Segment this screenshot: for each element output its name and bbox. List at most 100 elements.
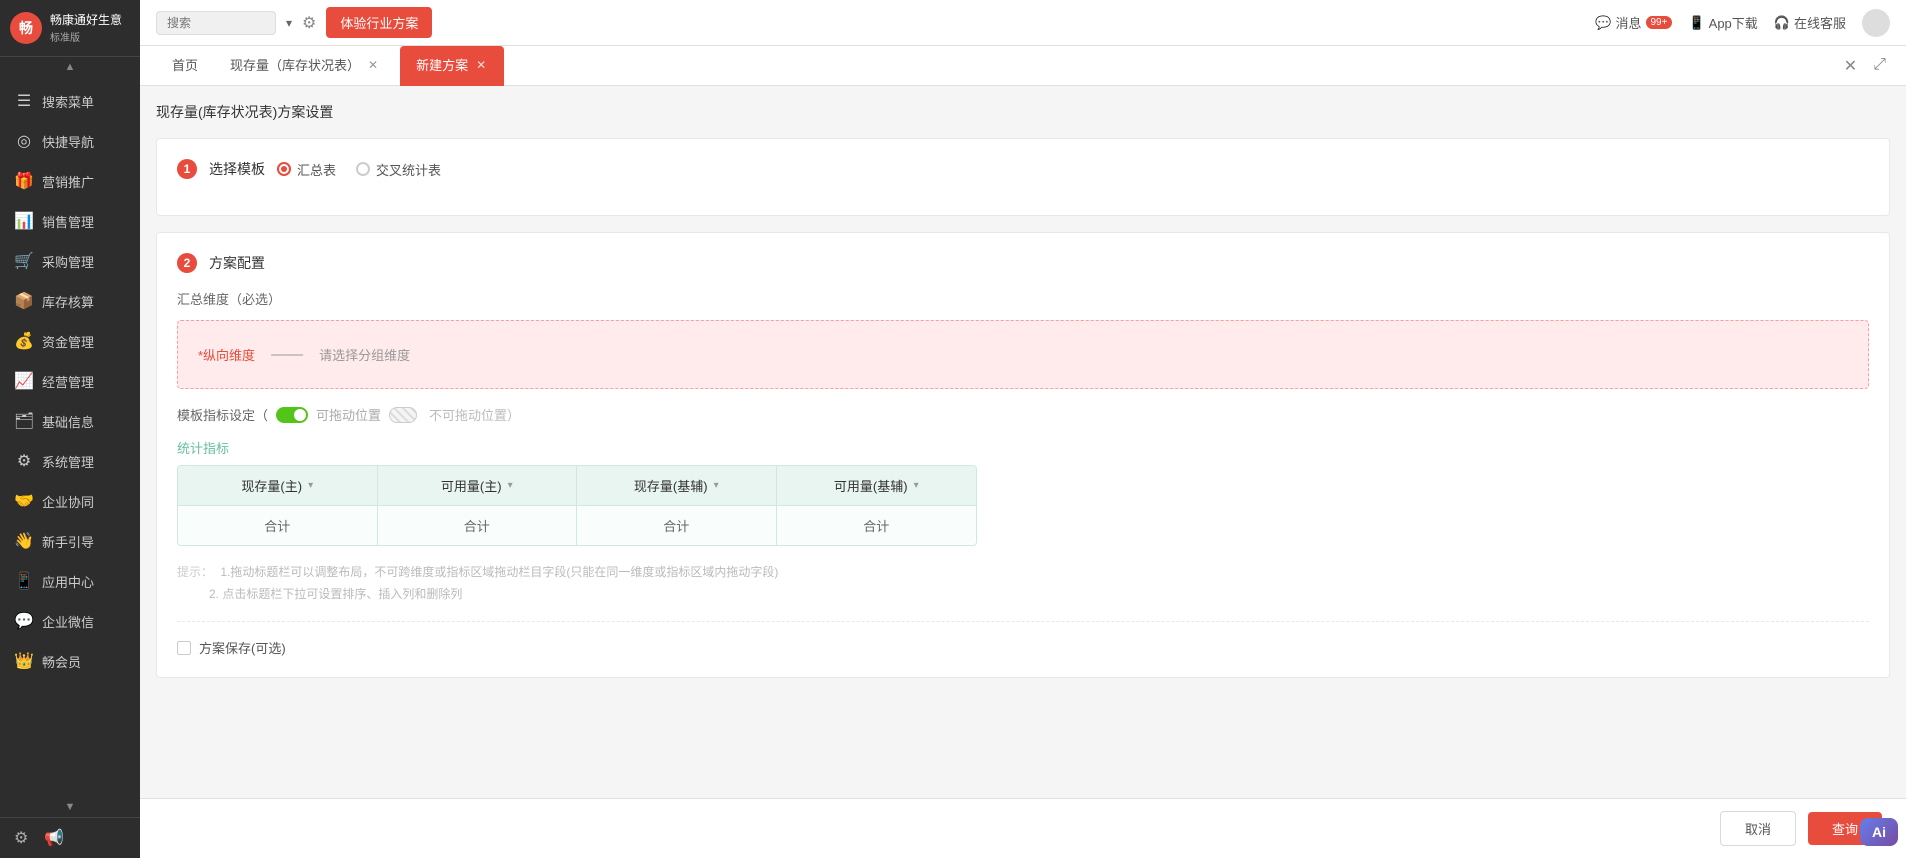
- step1-header: 1 选择模板 汇总表 交叉统计表: [177, 159, 1869, 179]
- col-header-3-label: 可用量(基辅): [834, 476, 908, 495]
- tip-2: 2. 点击标题栏下拉可设置排序、插入列和删除列: [209, 587, 462, 601]
- sidebar-item-wechat[interactable]: 💬 企业微信: [0, 601, 140, 641]
- save-checkbox[interactable]: [177, 641, 191, 655]
- col-header-0-chevron: ▾: [308, 480, 313, 491]
- sidebar-item-newbie[interactable]: 👋 新手引导: [0, 521, 140, 561]
- dimension-arrow: ——: [271, 346, 303, 364]
- sidebar-item-label: 库存核算: [42, 292, 94, 311]
- tab-expand-action-icon[interactable]: ⤢: [1869, 52, 1890, 80]
- col-header-0[interactable]: 现存量(主) ▾: [178, 466, 378, 505]
- sidebar-item-app-center[interactable]: 📱 应用中心: [0, 561, 140, 601]
- sidebar-item-label: 搜索菜单: [42, 92, 94, 111]
- sidebar-item-inventory[interactable]: 📦 库存核算: [0, 281, 140, 321]
- app-download-icon: 📱: [1688, 15, 1704, 31]
- experience-industry-button[interactable]: 体验行业方案: [326, 7, 432, 38]
- radio-cross-table[interactable]: 交叉统计表: [356, 160, 441, 179]
- sidebar-scroll-down[interactable]: ▼: [0, 797, 140, 817]
- sidebar-item-label: 企业协同: [42, 492, 94, 511]
- tips-title: 提示：: [177, 565, 213, 579]
- sidebar-scroll-up[interactable]: ▲: [0, 57, 140, 77]
- topbar-search-input[interactable]: [156, 11, 276, 35]
- app-download-label: App下载: [1709, 13, 1758, 32]
- sidebar-item-label: 快捷导航: [42, 132, 94, 151]
- settings-icon[interactable]: ⚙: [14, 828, 28, 848]
- user-avatar[interactable]: [1862, 9, 1890, 37]
- sidebar-item-finance[interactable]: 💰 资金管理: [0, 321, 140, 361]
- tab-inventory-close-icon[interactable]: ✕: [366, 56, 380, 74]
- col-header-1[interactable]: 可用量(主) ▾: [378, 466, 578, 505]
- online-service-button[interactable]: 🎧 在线客服: [1774, 13, 1846, 32]
- topbar-gear-icon[interactable]: ⚙: [302, 13, 316, 33]
- draggable-toggle[interactable]: [276, 407, 308, 423]
- app-download-button[interactable]: 📱 App下载: [1688, 13, 1757, 32]
- tab-home[interactable]: 首页: [156, 46, 214, 86]
- tab-home-label: 首页: [172, 55, 198, 74]
- messages-badge: 99+: [1646, 16, 1673, 29]
- col-header-2-label: 现存量(基辅): [634, 476, 708, 495]
- main-area: ▾ ⚙ 体验行业方案 💬 消息 99+ 📱 App下载 🎧 在线客服 首页: [140, 0, 1906, 858]
- online-service-label: 在线客服: [1794, 13, 1846, 32]
- sidebar-footer: ⚙ 📢: [0, 817, 140, 858]
- topbar: ▾ ⚙ 体验行业方案 💬 消息 99+ 📱 App下载 🎧 在线客服: [140, 0, 1906, 46]
- tab-new-plan-close-icon[interactable]: ✕: [474, 56, 488, 74]
- topbar-left: ▾ ⚙ 体验行业方案: [156, 7, 432, 38]
- topbar-dropdown-icon[interactable]: ▾: [286, 16, 292, 30]
- messages-button[interactable]: 💬 消息 99+: [1595, 13, 1672, 32]
- sidebar-item-label: 畅会员: [42, 652, 81, 671]
- wechat-icon: 💬: [14, 611, 34, 631]
- tip-1: 1.拖动标题栏可以调整布局，不可跨维度或指标区域拖动栏目字段(只能在同一维度或指…: [220, 565, 778, 579]
- radio-cross-circle: [356, 162, 370, 176]
- sidebar-item-marketing[interactable]: 🎁 营销推广: [0, 161, 140, 201]
- search-menu-icon: ☰: [14, 91, 34, 111]
- sidebar-item-label: 新手引导: [42, 532, 94, 551]
- cancel-button[interactable]: 取消: [1720, 811, 1796, 846]
- tabbar: 首页 现存量（库存状况表） ✕ 新建方案 ✕ ✕ ⤢: [140, 46, 1906, 86]
- cell-2: 合计: [577, 505, 777, 545]
- messages-icon: 💬: [1595, 15, 1611, 31]
- col-header-3-chevron: ▾: [914, 480, 919, 491]
- radio-summary-table[interactable]: 汇总表: [277, 160, 336, 179]
- tab-new-plan[interactable]: 新建方案 ✕: [400, 46, 504, 86]
- sidebar-item-search[interactable]: ☰ 搜索菜单: [0, 81, 140, 121]
- metrics-table-body: 合计 合计 合计 合计: [178, 505, 976, 545]
- topbar-right: 💬 消息 99+ 📱 App下载 🎧 在线客服: [1595, 9, 1890, 37]
- sidebar-item-members[interactable]: 👑 畅会员: [0, 641, 140, 681]
- sidebar-item-label: 基础信息: [42, 412, 94, 431]
- toggle-on-label: 可拖动位置: [316, 405, 381, 424]
- col-header-0-label: 现存量(主): [241, 476, 302, 495]
- sidebar-item-label: 资金管理: [42, 332, 94, 351]
- app-version: 标准版: [50, 29, 122, 44]
- cell-1: 合计: [378, 505, 578, 545]
- sidebar-item-quicknav[interactable]: ◎ 快捷导航: [0, 121, 140, 161]
- col-header-3[interactable]: 可用量(基辅) ▾: [777, 466, 977, 505]
- save-option: 方案保存(可选): [177, 638, 1869, 657]
- col-header-2-chevron: ▾: [714, 480, 719, 491]
- step2-header: 2 方案配置: [177, 253, 1869, 273]
- radio-cross-label: 交叉统计表: [376, 160, 441, 179]
- speaker-icon[interactable]: 📢: [44, 828, 64, 848]
- template-radio-group: 汇总表 交叉统计表: [277, 160, 441, 179]
- tab-inventory-status[interactable]: 现存量（库存状况表） ✕: [214, 46, 396, 86]
- members-icon: 👑: [14, 651, 34, 671]
- step2-title: 方案配置: [209, 253, 265, 273]
- messages-label: 消息: [1615, 13, 1641, 32]
- sidebar-item-purchase[interactable]: 🛒 采购管理: [0, 241, 140, 281]
- operations-icon: 📈: [14, 371, 34, 391]
- sidebar-item-sales[interactable]: 📊 销售管理: [0, 201, 140, 241]
- tab-close-action-icon[interactable]: ✕: [1840, 52, 1861, 80]
- ai-badge[interactable]: Ai: [1860, 818, 1898, 846]
- sidebar-item-operations[interactable]: 📈 经营管理: [0, 361, 140, 401]
- app-name: 畅康通好生意: [50, 12, 122, 29]
- sidebar-item-enterprise[interactable]: 🤝 企业协同: [0, 481, 140, 521]
- step1-section: 1 选择模板 汇总表 交叉统计表: [156, 138, 1890, 216]
- step2-badge: 2: [177, 253, 197, 273]
- sidebar-item-system[interactable]: ⚙ 系统管理: [0, 441, 140, 481]
- metrics-table: 现存量(主) ▾ 可用量(主) ▾ 现存量(基辅) ▾ 可用量(基辅) ▾: [177, 465, 977, 546]
- col-header-2[interactable]: 现存量(基辅) ▾: [577, 466, 777, 505]
- radio-summary-circle: [277, 162, 291, 176]
- sidebar-item-basic-info[interactable]: 🗂 基础信息: [0, 401, 140, 441]
- dimension-area[interactable]: *纵向维度 —— 请选择分组维度: [177, 320, 1869, 389]
- quicknav-icon: ◎: [14, 131, 34, 151]
- save-option-label: 方案保存(可选): [199, 638, 286, 657]
- tabbar-actions: ✕ ⤢: [1840, 52, 1890, 80]
